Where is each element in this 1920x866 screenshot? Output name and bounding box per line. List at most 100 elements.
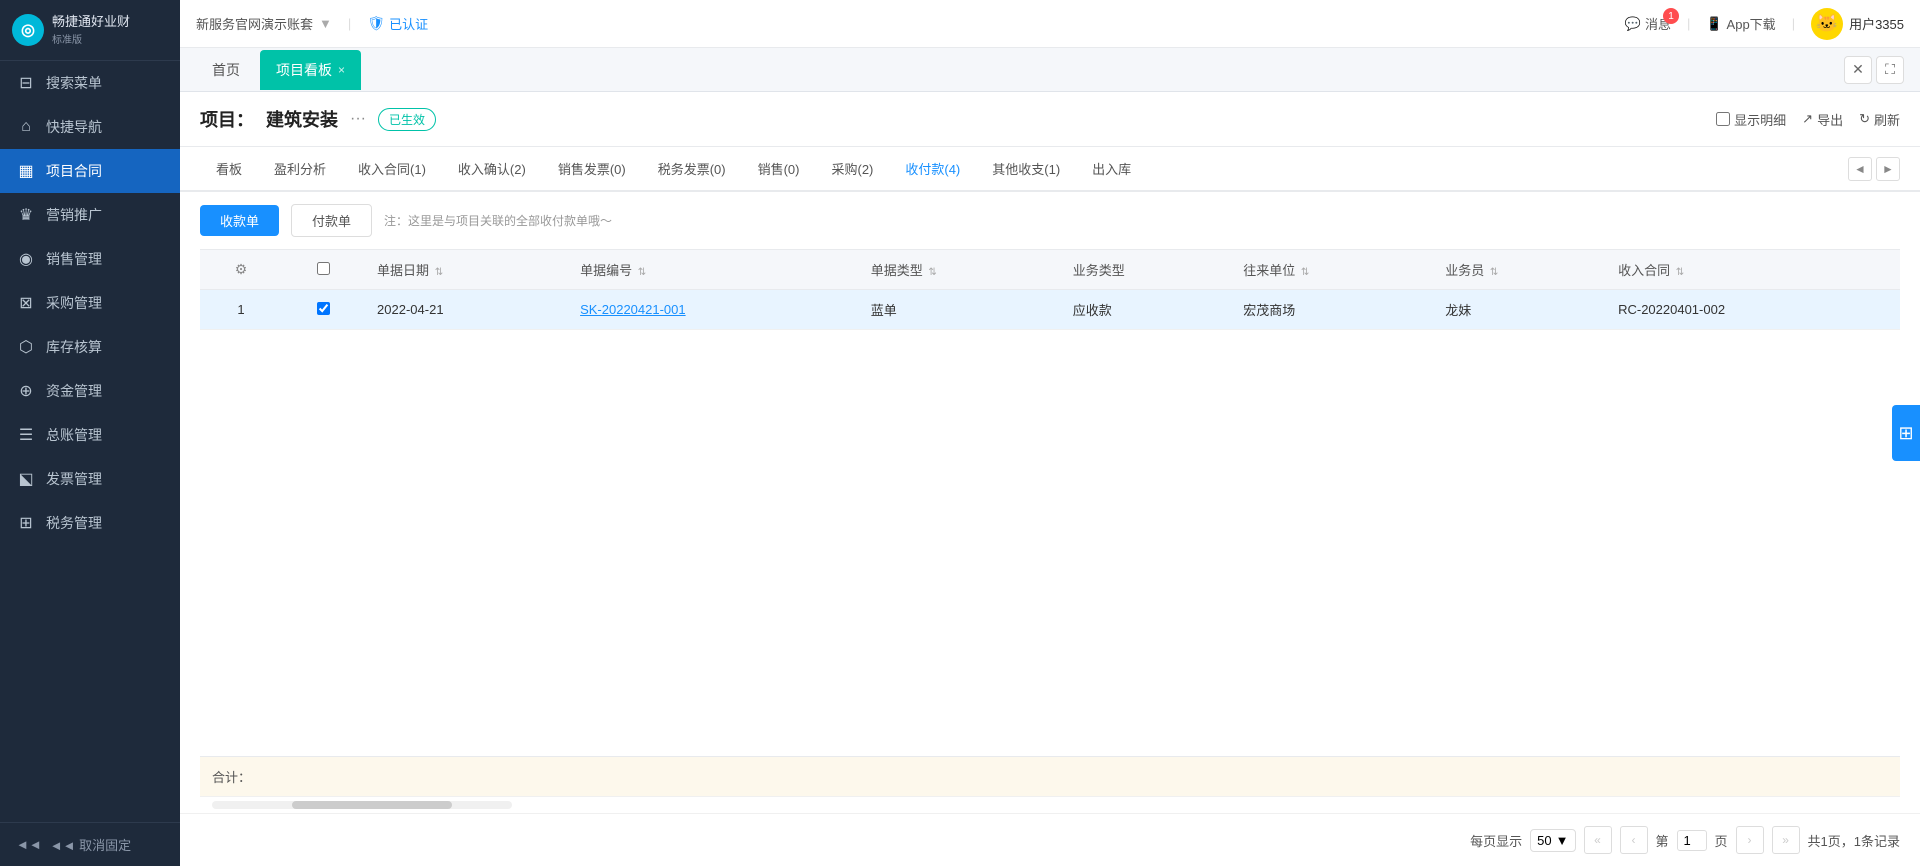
th-type[interactable]: 单据类型 ⇅ xyxy=(859,250,1061,290)
sub-nav-other-income[interactable]: 其他收支(1) xyxy=(976,147,1076,192)
sub-nav-sales[interactable]: 销售(0) xyxy=(742,147,816,192)
sub-nav-other-income-label: 其他收支(1) xyxy=(992,162,1060,177)
tab-close-window-btn[interactable]: ✕ xyxy=(1844,56,1872,84)
row-date: 2022-04-21 xyxy=(365,290,568,330)
topbar-divider: | xyxy=(348,16,351,31)
first-page-btn[interactable]: « xyxy=(1584,826,1612,854)
sidebar-item-sales-mgmt[interactable]: ◉ 销售管理 xyxy=(0,237,180,281)
row-income-contract: RC-20220401-002 xyxy=(1606,290,1900,330)
user-menu[interactable]: 🐱 用户3355 xyxy=(1811,8,1904,40)
sub-nav-income-contract[interactable]: 收入合同(1) xyxy=(342,147,442,192)
sub-nav-sales-invoice[interactable]: 销售发票(0) xyxy=(542,147,642,192)
th-income-contract[interactable]: 收入合同 ⇅ xyxy=(1606,250,1900,290)
th-date[interactable]: 单据日期 ⇅ xyxy=(365,250,568,290)
show-detail-label: 显示明细 xyxy=(1734,110,1786,129)
project-icon: ▦ xyxy=(16,161,36,181)
sub-nav-receipts[interactable]: 收付款(4) xyxy=(889,147,976,192)
sub-nav-prev-btn[interactable]: ◄ xyxy=(1848,157,1872,181)
account-name: 新服务官网演示账套 xyxy=(196,14,313,33)
project-prefix: 项目： xyxy=(200,106,254,132)
table-scroll[interactable]: ⚙ 单据日期 ⇅ 单据编号 xyxy=(200,249,1900,756)
sidebar-item-search[interactable]: ⊟ 搜索菜单 xyxy=(0,61,180,105)
row-type: 蓝单 xyxy=(859,290,1061,330)
certified-label: 已认证 xyxy=(389,14,428,33)
sub-nav-profit[interactable]: 盈利分析 xyxy=(258,147,342,192)
prev-page-btn[interactable]: ‹ xyxy=(1620,826,1648,854)
row-checkbox-cell[interactable] xyxy=(282,290,365,330)
app-download-label: App下载 xyxy=(1727,14,1776,33)
cancel-pin-button[interactable]: ◄◄ ◄◄ 取消固定 xyxy=(0,822,180,866)
topbar-right: 💬 消息 1 | 📱 App下载 | 🐱 用户3355 xyxy=(1625,8,1904,40)
payment-btn[interactable]: 付款单 xyxy=(291,204,372,237)
refresh-label: 刷新 xyxy=(1874,110,1900,129)
export-button[interactable]: ↗ 导出 xyxy=(1802,110,1843,129)
tab-project-board[interactable]: 项目看板 × xyxy=(260,50,361,90)
sub-nav-tax-invoice[interactable]: 税务发票(0) xyxy=(642,147,742,192)
row-number[interactable]: SK-20220421-001 xyxy=(568,290,859,330)
logo-text: 畅捷通好业财 标准版 xyxy=(52,14,130,46)
column-settings-icon[interactable]: ⚙ xyxy=(235,261,248,277)
refresh-button[interactable]: ↻ 刷新 xyxy=(1859,110,1900,129)
sidebar-item-project-contract[interactable]: ▦ 项目合同 xyxy=(0,149,180,193)
message-icon: 💬 xyxy=(1625,16,1641,32)
th-biz-type: 业务类型 xyxy=(1061,250,1232,290)
per-page-select[interactable]: 50 ▼ xyxy=(1530,829,1575,852)
content-wrap: 首页 项目看板 × ✕ ⛶ 项目： 建筑安装 ··· 已生效 xyxy=(180,48,1920,866)
row-number-link[interactable]: SK-20220421-001 xyxy=(580,302,686,317)
sub-nav-board[interactable]: 看板 xyxy=(200,147,258,192)
sidebar-item-label: 营销推广 xyxy=(46,205,102,225)
receipt-btn[interactable]: 收款单 xyxy=(200,205,279,236)
select-all-checkbox[interactable] xyxy=(317,262,330,275)
sub-nav-receipts-label: 收付款(4) xyxy=(905,162,960,177)
messages-button[interactable]: 💬 消息 1 xyxy=(1625,14,1671,33)
show-detail-checkbox[interactable] xyxy=(1716,112,1730,126)
sidebar-item-marketing[interactable]: ♛ 营销推广 xyxy=(0,193,180,237)
page-number[interactable]: 1 xyxy=(1677,830,1707,851)
topbar: 新服务官网演示账套 ▼ | 🛡 已认证 💬 消息 1 | 📱 App下载 | 🐱… xyxy=(180,0,1920,48)
main-area: 新服务官网演示账套 ▼ | 🛡 已认证 💬 消息 1 | 📱 App下载 | 🐱… xyxy=(180,0,1920,866)
phone-icon: 📱 xyxy=(1706,16,1722,32)
sub-nav-board-label: 看板 xyxy=(216,162,242,177)
last-page-btn[interactable]: » xyxy=(1772,826,1800,854)
sidebar-item-label: 销售管理 xyxy=(46,249,102,269)
sub-nav-next-btn[interactable]: ► xyxy=(1876,157,1900,181)
th-salesman[interactable]: 业务员 ⇅ xyxy=(1433,250,1606,290)
sidebar-item-tax-mgmt[interactable]: ⊞ 税务管理 xyxy=(0,501,180,545)
account-selector[interactable]: 新服务官网演示账套 ▼ xyxy=(196,14,332,33)
sidebar-item-inventory[interactable]: ⬡ 库存核算 xyxy=(0,325,180,369)
row-checkbox[interactable] xyxy=(317,302,330,315)
tab-close-icon[interactable]: × xyxy=(338,63,345,77)
sort-number-icon: ⇅ xyxy=(638,267,646,278)
project-more-btn[interactable]: ··· xyxy=(350,110,366,128)
sidebar-item-quick-nav[interactable]: ⌂ 快捷导航 xyxy=(0,105,180,149)
sub-nav-in-out[interactable]: 出入库 xyxy=(1076,147,1147,192)
th-settings[interactable]: ⚙ xyxy=(200,250,282,290)
sidebar-item-label: 快捷导航 xyxy=(46,117,102,137)
sub-nav-purchase[interactable]: 采购(2) xyxy=(815,147,889,192)
receipt-switcher: 收款单 付款单 注：这里是与项目关联的全部收付款单哦～ xyxy=(200,192,1900,249)
show-detail-toggle[interactable]: 显示明细 xyxy=(1716,110,1786,129)
tab-home[interactable]: 首页 xyxy=(196,50,256,90)
tax-icon: ⊞ xyxy=(16,513,36,533)
sort-partner-icon: ⇅ xyxy=(1301,267,1309,278)
th-number-label: 单据编号 xyxy=(580,263,632,278)
float-action-btn[interactable]: ⊞ xyxy=(1892,405,1920,461)
project-status-badge: 已生效 xyxy=(378,108,436,131)
sidebar-item-ledger-mgmt[interactable]: ☰ 总账管理 xyxy=(0,413,180,457)
th-partner[interactable]: 往来单位 ⇅ xyxy=(1231,250,1433,290)
sort-date-icon: ⇅ xyxy=(435,267,443,278)
sub-nav-income-confirm[interactable]: 收入确认(2) xyxy=(442,147,542,192)
sidebar-item-label: 发票管理 xyxy=(46,469,102,489)
th-number[interactable]: 单据编号 ⇅ xyxy=(568,250,859,290)
sidebar-item-label: 税务管理 xyxy=(46,513,102,533)
sidebar-item-fund-mgmt[interactable]: ⊕ 资金管理 xyxy=(0,369,180,413)
messages-badge: 1 xyxy=(1663,8,1679,24)
sidebar-item-purchase-mgmt[interactable]: ⊠ 采购管理 xyxy=(0,281,180,325)
fake-scrollbar[interactable] xyxy=(212,801,512,809)
sidebar-item-invoice-mgmt[interactable]: ⬕ 发票管理 xyxy=(0,457,180,501)
tab-expand-btn[interactable]: ⛶ xyxy=(1876,56,1904,84)
next-page-btn[interactable]: › xyxy=(1736,826,1764,854)
row-salesman: 龙妹 xyxy=(1433,290,1606,330)
table-row[interactable]: 1 2022-04-21 SK-20220421-001 蓝单 应收款 xyxy=(200,290,1900,330)
app-download-button[interactable]: 📱 App下载 xyxy=(1706,14,1775,33)
